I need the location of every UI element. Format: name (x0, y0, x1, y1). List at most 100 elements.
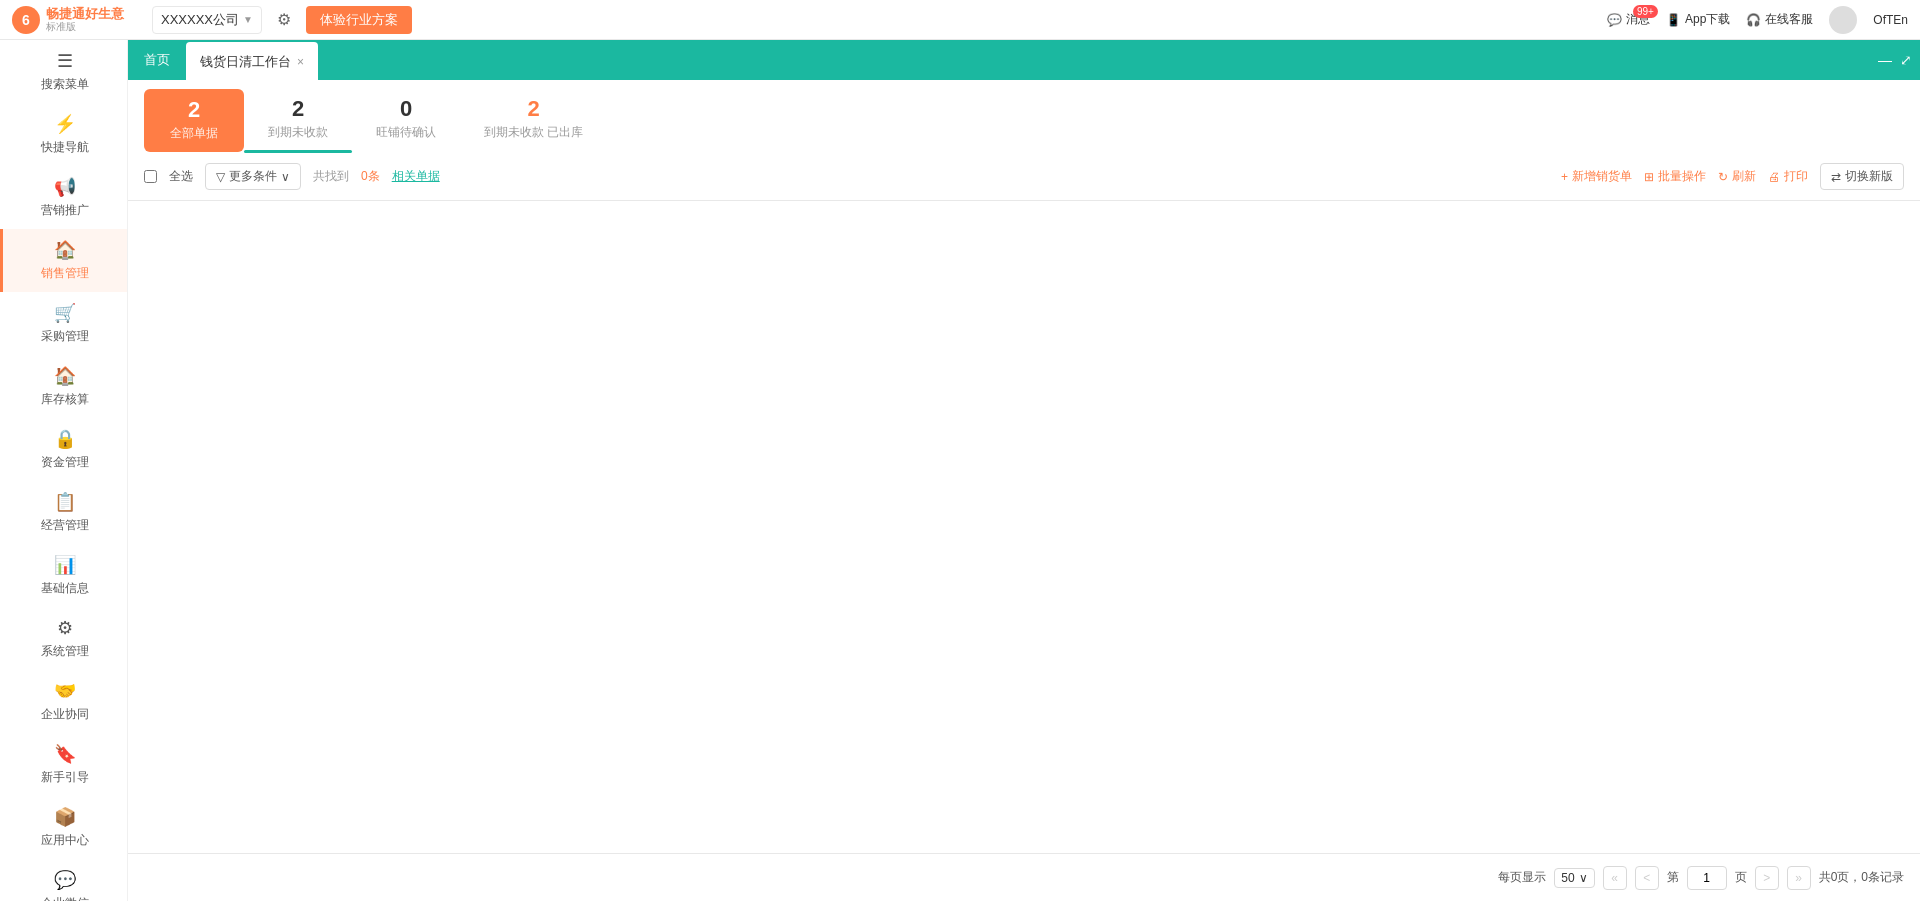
main-layout: ☰ 搜索菜单 ⚡ 快捷导航 📢 营销推广 🏠 销售管理 🛒 采购管理 🏠 库存核… (0, 40, 1920, 901)
cooperation-icon: 🤝 (54, 680, 76, 702)
username: OfTEn (1873, 13, 1908, 27)
stat-overdue-shipped-label: 到期未收款 已出库 (484, 124, 583, 141)
stat-all-label: 全部单据 (170, 125, 218, 142)
sidebar-item-app-center[interactable]: 📦 应用中心 (0, 796, 127, 859)
stat-overdue[interactable]: 2 到期未收款 (244, 88, 352, 153)
new-sale-btn[interactable]: + 新增销货单 (1561, 168, 1632, 185)
wechat-icon: 💬 (54, 869, 76, 891)
stat-all[interactable]: 2 全部单据 (144, 89, 244, 152)
sidebar-item-cooperation[interactable]: 🤝 企业协同 (0, 670, 127, 733)
next-page-btn[interactable]: > (1755, 866, 1779, 890)
related-link[interactable]: 相关单据 (392, 168, 440, 185)
app-download[interactable]: 📱 App下载 (1666, 11, 1730, 28)
select-all-checkbox[interactable] (144, 170, 157, 183)
search-menu-icon: ☰ (57, 50, 73, 72)
first-page-btn[interactable]: « (1603, 866, 1627, 890)
per-page-arrow: ∨ (1579, 871, 1588, 885)
stat-overdue-label: 到期未收款 (268, 124, 328, 141)
sidebar-item-purchase[interactable]: 🛒 采购管理 (0, 292, 127, 355)
print-icon: 🖨 (1768, 170, 1780, 184)
stat-all-number: 2 (188, 97, 200, 123)
basic-info-icon: 📊 (54, 554, 76, 576)
sidebar-item-sales[interactable]: 🏠 销售管理 (0, 229, 127, 292)
found-count: 0条 (361, 168, 380, 185)
sidebar-item-quick-nav[interactable]: ⚡ 快捷导航 (0, 103, 127, 166)
sidebar-label-operations: 经营管理 (41, 517, 89, 534)
tab-bar: 首页 钱货日清工作台 × — ⤢ (128, 40, 1920, 80)
stats-row: 2 全部单据 2 到期未收款 0 旺铺待确认 2 到期未收款 已出库 (128, 80, 1920, 153)
guide-icon: 🔖 (54, 743, 76, 765)
page-suffix: 页 (1735, 869, 1747, 886)
stat-pending[interactable]: 0 旺铺待确认 (352, 88, 460, 153)
toolbar-right: + 新增销货单 ⊞ 批量操作 ↻ 刷新 🖨 打印 (1561, 163, 1904, 190)
stat-overdue-shipped[interactable]: 2 到期未收款 已出库 (460, 88, 607, 153)
tab-expand-icon[interactable]: ⤢ (1900, 52, 1912, 68)
sidebar-label-basic-info: 基础信息 (41, 580, 89, 597)
sidebar-item-system[interactable]: ⚙ 系统管理 (0, 607, 127, 670)
purchase-icon: 🛒 (54, 302, 76, 324)
batch-icon: ⊞ (1644, 170, 1654, 184)
company-selector[interactable]: XXXXXX公司 ▼ (152, 6, 262, 34)
message-area[interactable]: 💬 消息 99+ (1607, 11, 1650, 28)
switch-icon: ⇄ (1831, 170, 1841, 184)
tab-close-icon[interactable]: × (297, 55, 304, 69)
print-label: 打印 (1784, 168, 1808, 185)
quick-nav-icon: ⚡ (54, 113, 76, 135)
per-page-label: 每页显示 (1498, 869, 1546, 886)
message-icon: 💬 (1607, 13, 1622, 27)
last-page-btn[interactable]: » (1787, 866, 1811, 890)
sales-icon: 🏠 (54, 239, 76, 261)
avatar[interactable] (1829, 6, 1857, 34)
refresh-btn[interactable]: ↻ 刷新 (1718, 168, 1756, 185)
sidebar-label-guide: 新手引导 (41, 769, 89, 786)
sidebar-label-app-center: 应用中心 (41, 832, 89, 849)
service-icon: 🎧 (1746, 13, 1761, 27)
logo-area: 6 畅捷通好生意 标准版 (12, 6, 124, 34)
sidebar-item-marketing[interactable]: 📢 营销推广 (0, 166, 127, 229)
new-icon: + (1561, 170, 1568, 184)
filter-btn[interactable]: ▽ 更多条件 ∨ (205, 163, 301, 190)
experience-btn[interactable]: 体验行业方案 (306, 6, 412, 34)
tab-active-label: 钱货日清工作台 (200, 53, 291, 71)
total-info: 共0页，0条记录 (1819, 869, 1904, 886)
page-input[interactable] (1687, 866, 1727, 890)
message-badge: 99+ (1633, 5, 1658, 18)
sidebar-item-inventory[interactable]: 🏠 库存核算 (0, 355, 127, 418)
toolbar: 全选 ▽ 更多条件 ∨ 共找到 0条 相关单据 + 新增销货单 ⊞ 批量操 (128, 153, 1920, 201)
tab-home[interactable]: 首页 (128, 40, 186, 80)
system-icon: ⚙ (57, 617, 73, 639)
sidebar-label-quick-nav: 快捷导航 (41, 139, 89, 156)
company-name: XXXXXX公司 (161, 11, 239, 29)
switch-btn[interactable]: ⇄ 切换新版 (1820, 163, 1904, 190)
logo-icon: 6 (12, 6, 40, 34)
sidebar-label-system: 系统管理 (41, 643, 89, 660)
tab-active[interactable]: 钱货日清工作台 × (186, 42, 318, 82)
sidebar-item-operations[interactable]: 📋 经营管理 (0, 481, 127, 544)
per-page-value: 50 (1561, 871, 1574, 885)
operations-icon: 📋 (54, 491, 76, 513)
per-page-select[interactable]: 50 ∨ (1554, 868, 1594, 888)
tab-minimize-icon[interactable]: — (1878, 52, 1892, 68)
stat-underline (244, 150, 352, 153)
sidebar-item-wechat[interactable]: 💬 企业微信 (0, 859, 127, 901)
pagination-bar: 每页显示 50 ∨ « < 第 页 > » 共0页，0条记录 (128, 853, 1920, 901)
batch-label: 批量操作 (1658, 168, 1706, 185)
sidebar-item-basic-info[interactable]: 📊 基础信息 (0, 544, 127, 607)
online-service[interactable]: 🎧 在线客服 (1746, 11, 1813, 28)
stat-pending-number: 0 (400, 96, 412, 122)
sidebar-item-search-menu[interactable]: ☰ 搜索菜单 (0, 40, 127, 103)
sidebar-item-finance[interactable]: 🔒 资金管理 (0, 418, 127, 481)
logo-main: 畅捷通好生意 (46, 6, 124, 22)
sidebar-label-cooperation: 企业协同 (41, 706, 89, 723)
print-btn[interactable]: 🖨 打印 (1768, 168, 1808, 185)
sidebar-item-guide[interactable]: 🔖 新手引导 (0, 733, 127, 796)
app-download-label: App下载 (1685, 11, 1730, 28)
prev-page-btn[interactable]: < (1635, 866, 1659, 890)
sidebar-label-inventory: 库存核算 (41, 391, 89, 408)
select-all-label: 全选 (169, 168, 193, 185)
batch-btn[interactable]: ⊞ 批量操作 (1644, 168, 1706, 185)
content-area: 2 全部单据 2 到期未收款 0 旺铺待确认 2 到期未收款 已出库 (128, 80, 1920, 901)
page-label: 第 (1667, 869, 1679, 886)
refresh-icon: ↻ (1718, 170, 1728, 184)
settings-icon[interactable]: ⚙ (270, 6, 298, 34)
